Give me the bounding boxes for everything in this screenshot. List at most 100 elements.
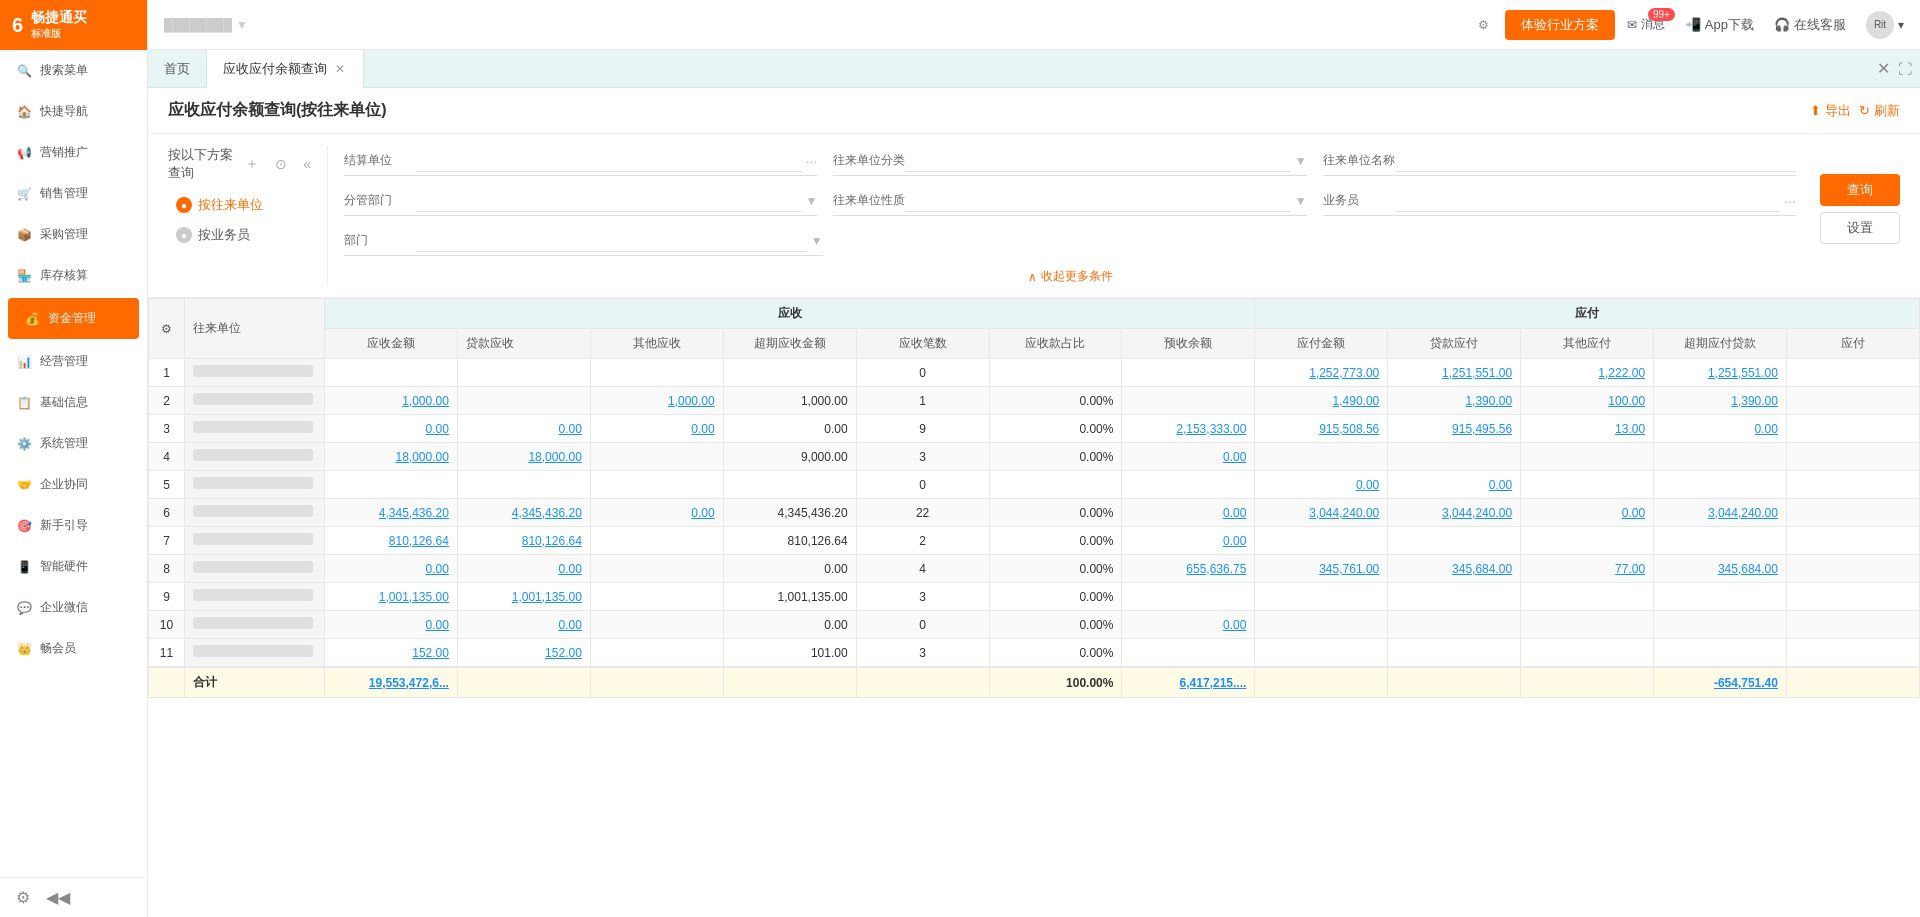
- sidebar-item-member[interactable]: 👑 畅会员: [0, 628, 147, 669]
- unit-category-caret-icon[interactable]: ▼: [1295, 154, 1307, 168]
- cell-yf-other[interactable]: 0.00: [1521, 499, 1654, 527]
- cell-ys-prepay[interactable]: 0.00: [1122, 443, 1255, 471]
- cell-ys-other[interactable]: [590, 471, 723, 499]
- cell-yf-daikuan[interactable]: [1388, 611, 1521, 639]
- sidebar-item-hardware[interactable]: 📱 智能硬件: [0, 546, 147, 587]
- trial-button[interactable]: 体验行业方案: [1505, 10, 1615, 40]
- cell-ys-daikuan[interactable]: 810,126.64: [457, 527, 590, 555]
- cell-ys-daikuan[interactable]: [457, 471, 590, 499]
- tab-maximize-icon[interactable]: ⛶: [1898, 61, 1912, 77]
- tab-close-icon[interactable]: ✕: [333, 60, 347, 78]
- sidebar-item-sales[interactable]: 🛒 销售管理: [0, 173, 147, 214]
- sidebar-item-finance[interactable]: 💰 资金管理: [8, 298, 139, 339]
- cell-yf-overdue[interactable]: [1654, 471, 1787, 499]
- cell-yf-overdue[interactable]: 1,251,551.00: [1654, 359, 1787, 387]
- messages-button[interactable]: ✉ 消息 99+: [1627, 16, 1665, 33]
- cell-ys-daikuan[interactable]: [457, 359, 590, 387]
- cell-ys-prepay[interactable]: 0.00: [1122, 527, 1255, 555]
- gear-icon[interactable]: ⚙: [1474, 14, 1493, 36]
- query-button[interactable]: 查询: [1820, 174, 1900, 206]
- sidebar-item-system[interactable]: ⚙️ 系统管理: [0, 423, 147, 464]
- sidebar-item-collab[interactable]: 🤝 企业协同: [0, 464, 147, 505]
- cell-ys-daikuan[interactable]: 1,001,135.00: [457, 583, 590, 611]
- sidebar-item-nav[interactable]: 🏠 快捷导航: [0, 91, 147, 132]
- th-settings[interactable]: ⚙: [149, 299, 185, 359]
- sidebar-item-marketing[interactable]: 📢 营销推广: [0, 132, 147, 173]
- settings-bottom-icon[interactable]: ⚙: [16, 888, 30, 907]
- cell-yf-daikuan[interactable]: 0.00: [1388, 471, 1521, 499]
- collapse-button[interactable]: ∧ 收起更多条件: [344, 260, 1796, 285]
- cell-ys-other[interactable]: [590, 359, 723, 387]
- cell-yf-overdue[interactable]: 345,684.00: [1654, 555, 1787, 583]
- cell-ys-amount[interactable]: 0.00: [325, 415, 458, 443]
- cell-ys-amount[interactable]: [325, 359, 458, 387]
- cell-yf-daikuan[interactable]: 1,251,551.00: [1388, 359, 1521, 387]
- tab-close-all-icon[interactable]: ✕: [1877, 59, 1890, 78]
- sidebar-item-wechat[interactable]: 💬 企业微信: [0, 587, 147, 628]
- online-service-button[interactable]: 🎧 在线客服: [1774, 16, 1846, 34]
- cell-ys-prepay[interactable]: 0.00: [1122, 499, 1255, 527]
- cell-yf-daikuan[interactable]: [1388, 527, 1521, 555]
- cell-yf-amount[interactable]: 915,508.56: [1255, 415, 1388, 443]
- fenguan-dept-input[interactable]: [416, 189, 801, 212]
- cell-yf-other[interactable]: 77.00: [1521, 555, 1654, 583]
- dept-caret-icon[interactable]: ▼: [811, 234, 823, 248]
- sidebar-item-guide[interactable]: 🎯 新手引导: [0, 505, 147, 546]
- cell-ys-prepay[interactable]: [1122, 471, 1255, 499]
- cell-yf-daikuan[interactable]: 345,684.00: [1388, 555, 1521, 583]
- footer-ys-amount[interactable]: 19,553,472,6...: [325, 667, 458, 698]
- cell-ys-other[interactable]: 0.00: [590, 415, 723, 443]
- cell-yf-overdue[interactable]: 0.00: [1654, 415, 1787, 443]
- cell-yf-amount[interactable]: [1255, 583, 1388, 611]
- footer-yf-overdue[interactable]: -654,751.40: [1654, 667, 1787, 698]
- cell-yf-amount[interactable]: [1255, 443, 1388, 471]
- cell-ys-other[interactable]: [590, 639, 723, 668]
- footer-ys-prepay[interactable]: 6,417,215....: [1122, 667, 1255, 698]
- add-filter-icon[interactable]: ＋: [241, 153, 263, 175]
- nav-by-salesperson[interactable]: ● 按业务员: [168, 222, 315, 248]
- settings-button[interactable]: 设置: [1820, 212, 1900, 244]
- cell-yf-daikuan[interactable]: [1388, 639, 1521, 668]
- cell-yf-other[interactable]: [1521, 639, 1654, 668]
- cell-yf-other[interactable]: [1521, 583, 1654, 611]
- cell-ys-daikuan[interactable]: 4,345,436.20: [457, 499, 590, 527]
- sidebar-item-search[interactable]: 🔍 搜索菜单: [0, 50, 147, 91]
- cell-ys-prepay[interactable]: [1122, 639, 1255, 668]
- sidebar-item-basic[interactable]: 📋 基础信息: [0, 382, 147, 423]
- sidebar-item-management[interactable]: 📊 经营管理: [0, 341, 147, 382]
- cell-ys-other[interactable]: [590, 555, 723, 583]
- cell-yf-amount[interactable]: [1255, 527, 1388, 555]
- cell-yf-overdue[interactable]: [1654, 443, 1787, 471]
- cell-yf-daikuan[interactable]: [1388, 583, 1521, 611]
- cell-ys-daikuan[interactable]: 0.00: [457, 611, 590, 639]
- cell-ys-daikuan[interactable]: [457, 387, 590, 415]
- cell-ys-amount[interactable]: 152.00: [325, 639, 458, 668]
- cell-yf-overdue[interactable]: [1654, 611, 1787, 639]
- cell-ys-amount[interactable]: 1,001,135.00: [325, 583, 458, 611]
- cell-yf-overdue[interactable]: 3,044,240.00: [1654, 499, 1787, 527]
- salesperson-dots-icon[interactable]: ···: [1784, 193, 1796, 209]
- cell-yf-amount[interactable]: [1255, 611, 1388, 639]
- dept-input[interactable]: [416, 229, 807, 252]
- cell-ys-prepay[interactable]: 2,153,333.00: [1122, 415, 1255, 443]
- cell-yf-amount[interactable]: 1,252,773.00: [1255, 359, 1388, 387]
- cell-yf-daikuan[interactable]: 1,390.00: [1388, 387, 1521, 415]
- unit-name-input[interactable]: [1395, 149, 1796, 172]
- cell-yf-overdue[interactable]: [1654, 583, 1787, 611]
- cell-ys-prepay[interactable]: [1122, 583, 1255, 611]
- cell-yf-other[interactable]: [1521, 471, 1654, 499]
- cell-yf-daikuan[interactable]: [1388, 443, 1521, 471]
- tab-balance-query[interactable]: 应收应付余额查询 ✕: [207, 50, 364, 88]
- cell-yf-other[interactable]: 100.00: [1521, 387, 1654, 415]
- sidebar-item-inventory[interactable]: 🏪 库存核算: [0, 255, 147, 296]
- cell-ys-other[interactable]: [590, 583, 723, 611]
- cell-yf-other[interactable]: 1,222.00: [1521, 359, 1654, 387]
- unit-category-input[interactable]: [905, 149, 1290, 172]
- cell-ys-amount[interactable]: [325, 471, 458, 499]
- cell-ys-amount[interactable]: 18,000.00: [325, 443, 458, 471]
- collapse-filter-icon[interactable]: «: [299, 154, 315, 174]
- cell-ys-other[interactable]: [590, 611, 723, 639]
- cell-yf-amount[interactable]: 3,044,240.00: [1255, 499, 1388, 527]
- cell-ys-other[interactable]: [590, 527, 723, 555]
- cell-ys-other[interactable]: [590, 443, 723, 471]
